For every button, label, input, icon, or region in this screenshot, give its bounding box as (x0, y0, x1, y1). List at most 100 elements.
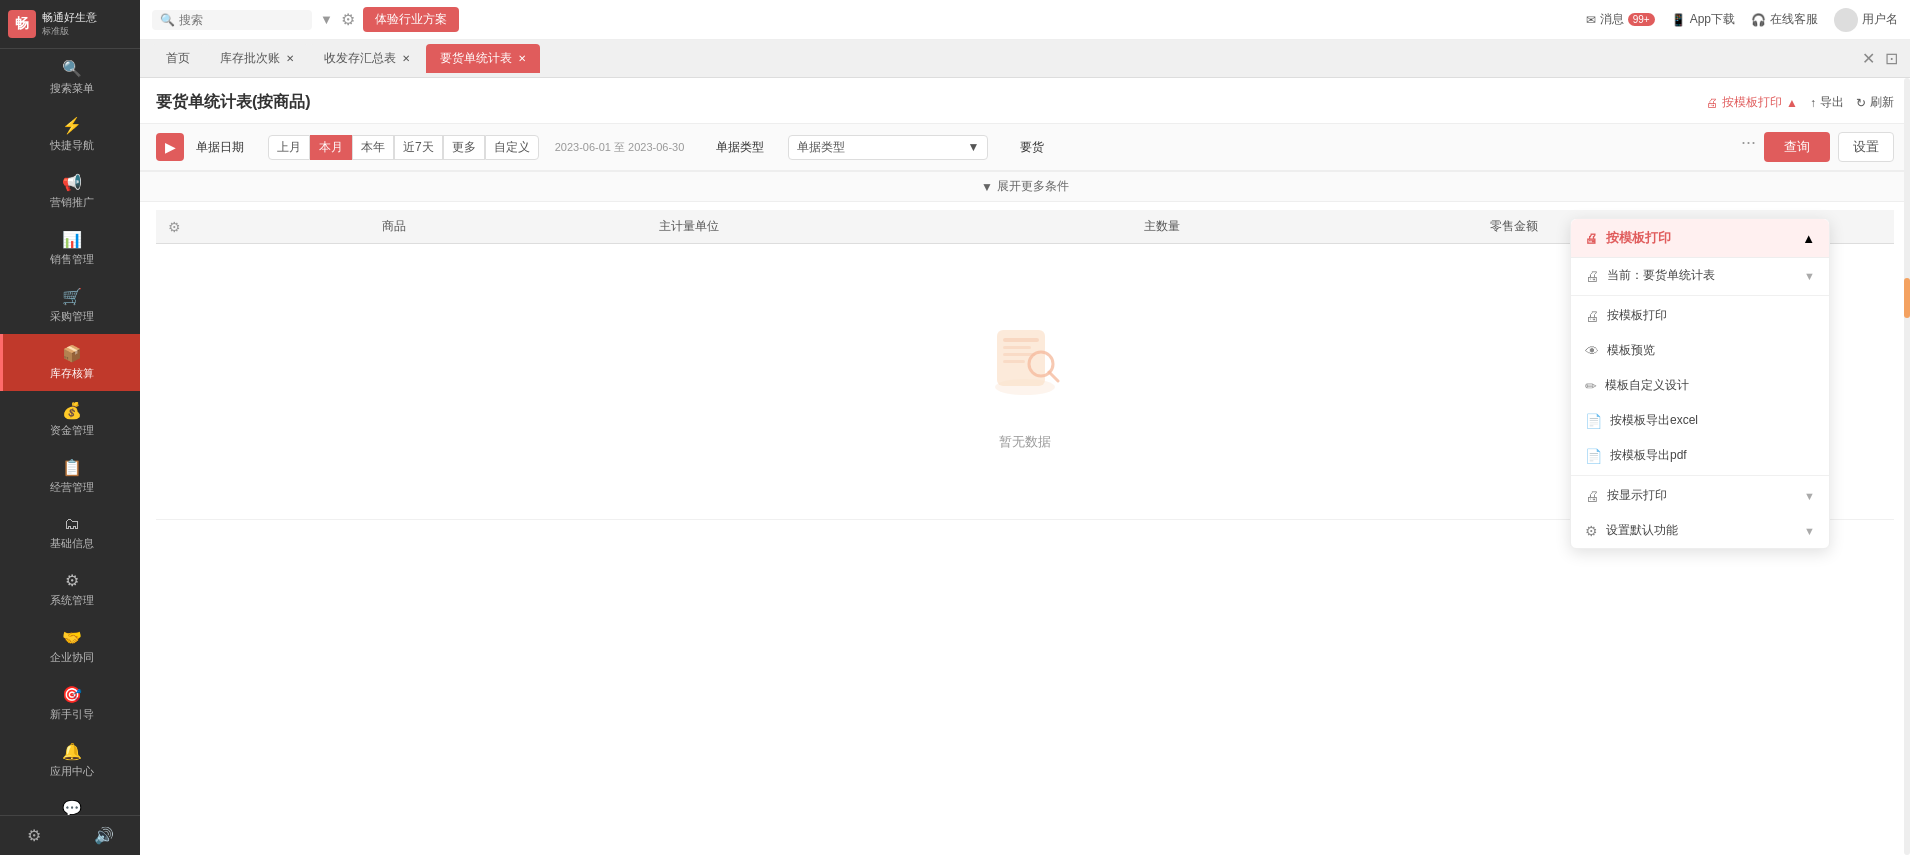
table-col-settings[interactable]: ⚙ (156, 210, 370, 244)
topbar-message[interactable]: ✉ 消息 99+ (1586, 11, 1655, 28)
sidebar-item-label: 采购管理 (50, 309, 94, 324)
divider-2 (1571, 475, 1829, 476)
topbar-user[interactable]: 用户名 (1834, 8, 1898, 32)
search-input[interactable] (179, 13, 279, 27)
page-actions: 🖨 按模板打印 ▲ ↑ 导出 ↻ 刷新 (1706, 94, 1894, 111)
tab-collection-close[interactable]: ✕ (402, 53, 410, 64)
more-options-icon[interactable]: ··· (1741, 132, 1756, 162)
tab-home-label: 首页 (166, 50, 190, 67)
date-btn-thismonth[interactable]: 本月 (310, 135, 352, 160)
dropdown-item-template-design[interactable]: ✏ 模板自定义设计 (1571, 368, 1829, 403)
type-chevron-icon: ▼ (967, 140, 979, 154)
sidebar-item-basic[interactable]: 🗂 基础信息 (0, 505, 140, 561)
date-btn-more[interactable]: 更多 (443, 135, 485, 160)
dropdown-item-template-excel[interactable]: 📄 按模板导出excel (1571, 403, 1829, 438)
sidebar-item-marketing[interactable]: 📢 营销推广 (0, 163, 140, 220)
speaker-bottom-icon[interactable]: 🔊 (94, 826, 114, 845)
template-preview-label: 模板预览 (1607, 342, 1655, 359)
dropdown-current-item[interactable]: 🖨 当前：要货单统计表 ▼ (1571, 258, 1829, 293)
guide-icon: 🎯 (62, 685, 82, 704)
expand-more-button[interactable]: ▼ 展开更多条件 (981, 178, 1069, 195)
template-excel-icon: 📄 (1585, 413, 1602, 429)
tab-home[interactable]: 首页 (152, 44, 204, 73)
current-chevron-icon: ▼ (1804, 270, 1815, 282)
topbar-settings-icon[interactable]: ⚙ (341, 10, 355, 29)
export-button[interactable]: ↑ 导出 (1810, 94, 1844, 111)
scrollbar-thumb (1904, 278, 1910, 318)
goods-filter-label: 要货 (1020, 139, 1080, 156)
dropdown-display-print[interactable]: 🖨 按显示打印 ▼ (1571, 478, 1829, 513)
type-select[interactable]: 单据类型 ▼ (788, 135, 988, 160)
sidebar-item-corp[interactable]: 🤝 企业协同 (0, 618, 140, 675)
topbar-app-download[interactable]: 📱 App下载 (1671, 11, 1735, 28)
sidebar-logo: 畅 畅通好生意 标准版 (0, 0, 140, 49)
tab-order-stat[interactable]: 要货单统计表 ✕ (426, 44, 540, 73)
sales-icon: 📊 (62, 230, 82, 249)
filter-row: ▶ 单据日期 上月 本月 本年 近7天 更多 自定义 2023-06-01 至 … (140, 124, 1910, 171)
export-icon: ↑ (1810, 96, 1816, 110)
sidebar-item-label: 搜索菜单 (50, 81, 94, 96)
printer-icon: 🖨 (1706, 96, 1718, 110)
sidebar-item-operation[interactable]: 📋 经营管理 (0, 448, 140, 505)
dropdown-default-func[interactable]: ⚙ 设置默认功能 ▼ (1571, 513, 1829, 548)
sidebar-item-finance[interactable]: 💰 资金管理 (0, 391, 140, 448)
settings-bottom-icon[interactable]: ⚙ (27, 826, 41, 845)
date-btn-7days[interactable]: 近7天 (394, 135, 443, 160)
message-label: 消息 (1600, 11, 1624, 28)
sidebar-item-purchase[interactable]: 🛒 采购管理 (0, 277, 140, 334)
table-col-unit: 主计量单位 (647, 210, 1132, 244)
tab-batch[interactable]: 库存批次账 ✕ (206, 44, 308, 73)
dropdown-item-template-print[interactable]: 🖨 按模板打印 (1571, 298, 1829, 333)
phone-icon: 📱 (1671, 13, 1686, 27)
print-header-icon: 🖨 (1585, 231, 1598, 246)
default-func-chevron-icon: ▼ (1804, 525, 1815, 537)
default-func-label: 设置默认功能 (1606, 522, 1678, 539)
window-maximize-icon[interactable]: ⊡ (1885, 49, 1898, 68)
dropdown-header[interactable]: 🖨 按模板打印 ▲ (1571, 219, 1829, 258)
template-design-icon: ✏ (1585, 378, 1597, 394)
sidebar-item-search[interactable]: 🔍 搜索菜单 (0, 49, 140, 106)
basic-icon: 🗂 (64, 515, 80, 533)
wechat-icon: 💬 (62, 799, 82, 815)
query-button[interactable]: 查询 (1764, 132, 1830, 162)
tab-collection[interactable]: 收发存汇总表 ✕ (310, 44, 424, 73)
sidebar-item-label: 资金管理 (50, 423, 94, 438)
sidebar-scroll: 🔍 搜索菜单 ⚡ 快捷导航 📢 营销推广 📊 销售管理 🛒 采购管理 📦 库存核… (0, 49, 140, 815)
sidebar-item-shortcut[interactable]: ⚡ 快捷导航 (0, 106, 140, 163)
template-design-label: 模板自定义设计 (1605, 377, 1689, 394)
topbar-dropdown-icon[interactable]: ▼ (320, 12, 333, 27)
date-btn-lastmonth[interactable]: 上月 (268, 135, 310, 160)
print-button[interactable]: 🖨 按模板打印 ▲ (1706, 94, 1798, 111)
finance-icon: 💰 (62, 401, 82, 420)
scrollbar-right[interactable] (1904, 78, 1910, 855)
tab-order-stat-close[interactable]: ✕ (518, 53, 526, 64)
dropdown-chevron-icon: ▲ (1802, 231, 1815, 246)
app-logo-icon: 畅 (8, 10, 36, 38)
sidebar-item-app[interactable]: 🔔 应用中心 (0, 732, 140, 789)
dropdown-item-template-preview[interactable]: 👁 模板预览 (1571, 333, 1829, 368)
refresh-button[interactable]: ↻ 刷新 (1856, 94, 1894, 111)
filter-arrow-btn[interactable]: ▶ (156, 133, 184, 161)
inventory-icon: 📦 (62, 344, 82, 363)
date-btn-thisyear[interactable]: 本年 (352, 135, 394, 160)
window-close-icon[interactable]: ✕ (1862, 49, 1875, 68)
sidebar-item-wechat[interactable]: 💬 企业微信 (0, 789, 140, 815)
sidebar-item-guide[interactable]: 🎯 新手引导 (0, 675, 140, 732)
sidebar-item-label: 基础信息 (50, 536, 94, 551)
sidebar-item-inventory[interactable]: 📦 库存核算 (0, 334, 140, 391)
dropdown-header-label: 按模板打印 (1606, 229, 1671, 247)
sidebar-item-system[interactable]: ⚙ 系统管理 (0, 561, 140, 618)
sidebar-item-label: 快捷导航 (50, 138, 94, 153)
trial-button[interactable]: 体验行业方案 (363, 7, 459, 32)
system-icon: ⚙ (65, 571, 79, 590)
date-btn-custom[interactable]: 自定义 (485, 135, 539, 160)
topbar-search-box[interactable]: 🔍 (152, 10, 312, 30)
column-settings-icon[interactable]: ⚙ (168, 219, 181, 235)
export-label: 导出 (1820, 94, 1844, 111)
dropdown-item-template-pdf[interactable]: 📄 按模板导出pdf (1571, 438, 1829, 473)
tab-batch-close[interactable]: ✕ (286, 53, 294, 64)
sidebar-item-sales[interactable]: 📊 销售管理 (0, 220, 140, 277)
app-logo-text: 畅通好生意 标准版 (42, 10, 97, 38)
settings-button[interactable]: 设置 (1838, 132, 1894, 162)
topbar-online-service[interactable]: 🎧 在线客服 (1751, 11, 1818, 28)
